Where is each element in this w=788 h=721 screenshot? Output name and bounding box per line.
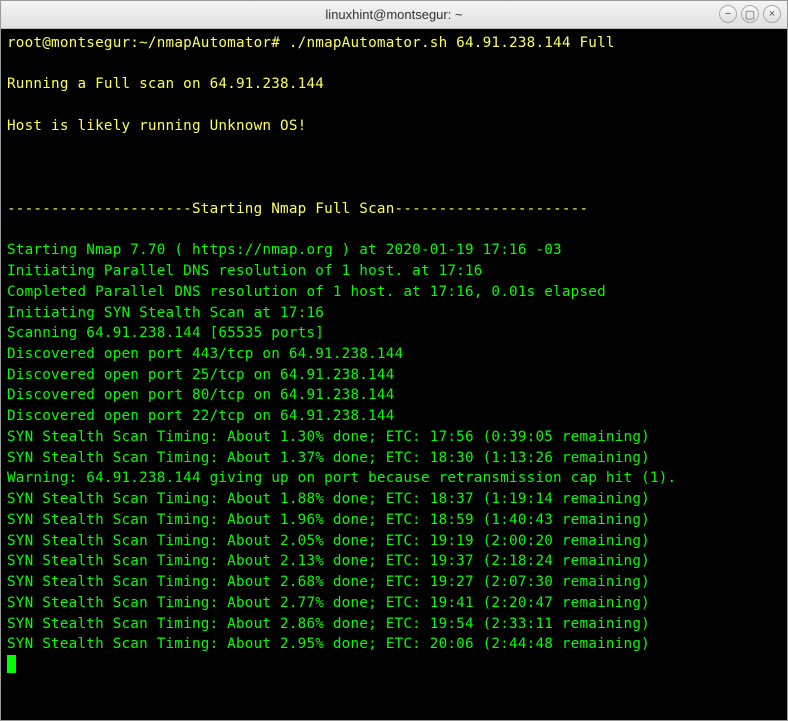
output-line: Discovered open port 80/tcp on 64.91.238… [7, 385, 781, 406]
terminal-area[interactable]: root@montsegur:~/nmapAutomator# ./nmapAu… [1, 29, 787, 720]
output-line: Initiating SYN Stealth Scan at 17:16 [7, 303, 781, 324]
output-line: SYN Stealth Scan Timing: About 2.05% don… [7, 531, 781, 552]
output-line: SYN Stealth Scan Timing: About 2.95% don… [7, 634, 781, 655]
output-line: SYN Stealth Scan Timing: About 1.30% don… [7, 427, 781, 448]
minimize-button[interactable]: − [719, 5, 737, 23]
prompt-line: root@montsegur:~/nmapAutomator# ./nmapAu… [7, 33, 781, 54]
output-line: Starting Nmap 7.70 ( https://nmap.org ) … [7, 240, 781, 261]
output-lines-container: Starting Nmap 7.70 ( https://nmap.org ) … [7, 240, 781, 655]
output-line: Discovered open port 25/tcp on 64.91.238… [7, 365, 781, 386]
output-line: SYN Stealth Scan Timing: About 1.88% don… [7, 489, 781, 510]
titlebar[interactable]: linuxhint@montsegur: ~ − ▢ × [1, 1, 787, 29]
output-line: Completed Parallel DNS resolution of 1 h… [7, 282, 781, 303]
output-line: Discovered open port 443/tcp on 64.91.23… [7, 344, 781, 365]
output-line: SYN Stealth Scan Timing: About 2.13% don… [7, 551, 781, 572]
blank-line [7, 95, 781, 116]
close-button[interactable]: × [763, 5, 781, 23]
output-line: SYN Stealth Scan Timing: About 1.37% don… [7, 448, 781, 469]
output-line: SYN Stealth Scan Timing: About 2.77% don… [7, 593, 781, 614]
scan-header: Running a Full scan on 64.91.238.144 [7, 74, 781, 95]
blank-line [7, 137, 781, 158]
output-line: Scanning 64.91.238.144 [65535 ports] [7, 323, 781, 344]
blank-line [7, 54, 781, 75]
maximize-button[interactable]: ▢ [741, 5, 759, 23]
output-line: Discovered open port 22/tcp on 64.91.238… [7, 406, 781, 427]
blank-line [7, 157, 781, 178]
blank-line [7, 178, 781, 199]
cursor-line [7, 655, 781, 676]
divider-line: ---------------------Starting Nmap Full … [7, 199, 781, 220]
window-controls: − ▢ × [719, 5, 781, 23]
output-line: SYN Stealth Scan Timing: About 2.68% don… [7, 572, 781, 593]
os-header: Host is likely running Unknown OS! [7, 116, 781, 137]
terminal-window: linuxhint@montsegur: ~ − ▢ × root@montse… [0, 0, 788, 721]
cursor-icon [7, 655, 16, 673]
output-line: Warning: 64.91.238.144 giving up on port… [7, 468, 781, 489]
output-line: SYN Stealth Scan Timing: About 2.86% don… [7, 614, 781, 635]
blank-line [7, 220, 781, 241]
window-title: linuxhint@montsegur: ~ [325, 7, 462, 22]
output-line: SYN Stealth Scan Timing: About 1.96% don… [7, 510, 781, 531]
output-line: Initiating Parallel DNS resolution of 1 … [7, 261, 781, 282]
